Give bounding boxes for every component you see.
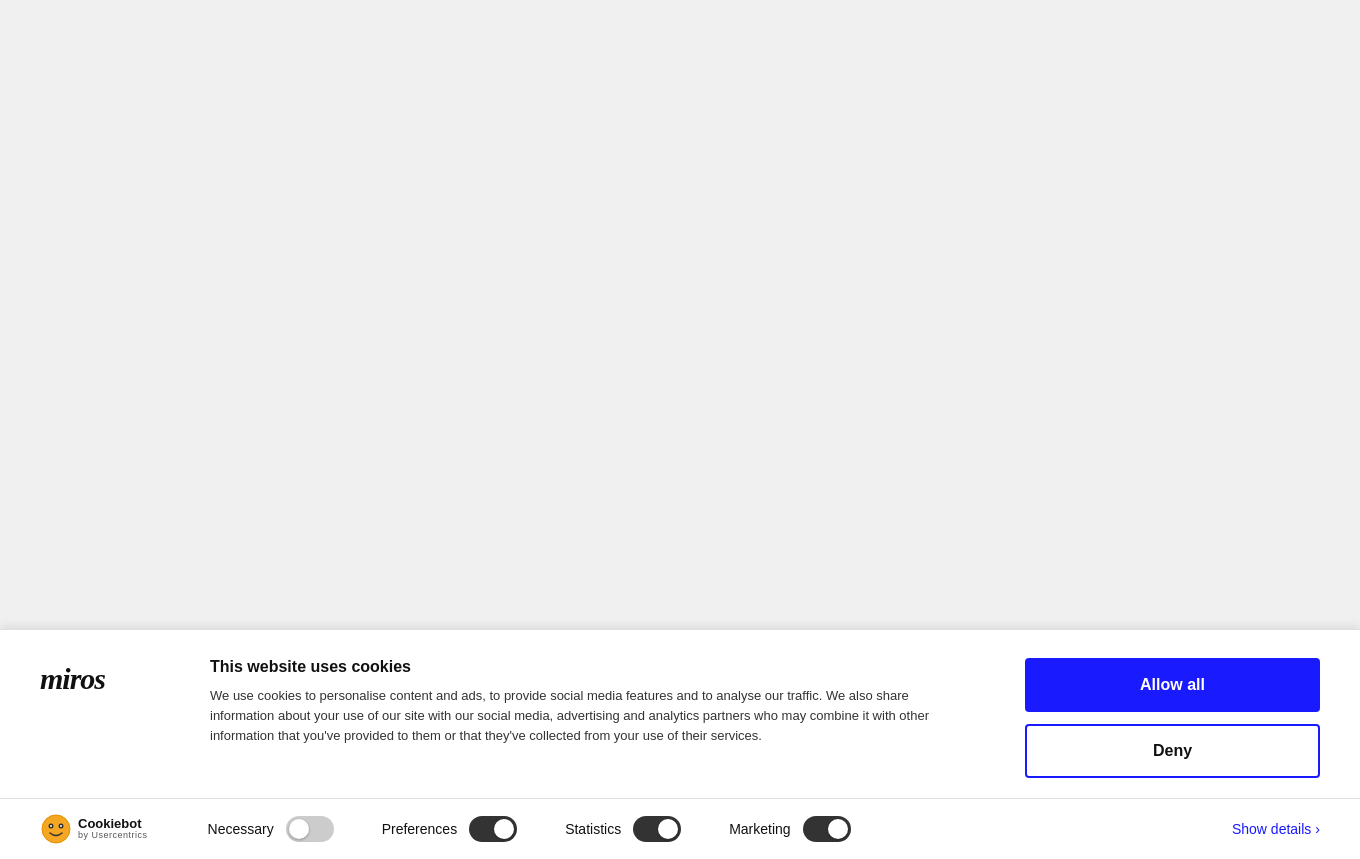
svg-point-0 xyxy=(42,815,70,843)
consent-label-marketing: Marketing xyxy=(729,821,790,837)
consent-item-necessary: Necessary xyxy=(208,816,334,842)
allow-all-button[interactable]: Allow all xyxy=(1025,658,1320,712)
cookie-footer: Cookiebot by Usercentrics Necessary Pref… xyxy=(0,799,1360,859)
consent-label-statistics: Statistics xyxy=(565,821,621,837)
miros-logo: miros xyxy=(40,662,170,696)
cookiebot-name: Cookiebot xyxy=(78,817,148,831)
show-details-arrow-icon: › xyxy=(1315,821,1320,837)
consent-item-statistics: Statistics xyxy=(565,816,681,842)
consent-item-marketing: Marketing xyxy=(729,816,850,842)
svg-point-3 xyxy=(50,825,52,827)
consent-item-preferences: Preferences xyxy=(382,816,517,842)
cookie-title: This website uses cookies xyxy=(210,658,985,676)
cookie-banner: miros This website uses cookies We use c… xyxy=(0,629,1360,859)
show-details-label: Show details xyxy=(1232,821,1311,837)
toggle-statistics-track xyxy=(633,816,681,842)
toggle-marketing-track xyxy=(803,816,851,842)
cookie-banner-main: miros This website uses cookies We use c… xyxy=(0,630,1360,799)
toggle-statistics-thumb xyxy=(658,819,678,839)
cookie-description: We use cookies to personalise content an… xyxy=(210,686,970,746)
toggle-preferences[interactable] xyxy=(469,816,517,842)
toggle-necessary-track xyxy=(286,816,334,842)
toggle-preferences-track xyxy=(469,816,517,842)
toggle-marketing[interactable] xyxy=(803,816,851,842)
cookiebot-icon xyxy=(40,813,72,845)
toggle-preferences-thumb xyxy=(494,819,514,839)
svg-point-4 xyxy=(60,825,62,827)
toggle-statistics[interactable] xyxy=(633,816,681,842)
cookie-content: This website uses cookies We use cookies… xyxy=(210,658,985,746)
consent-label-necessary: Necessary xyxy=(208,821,274,837)
consent-controls: Necessary Preferences xyxy=(208,816,1320,842)
deny-button[interactable]: Deny xyxy=(1025,724,1320,778)
cookiebot-sub: by Usercentrics xyxy=(78,831,148,841)
main-content xyxy=(0,0,1360,600)
consent-label-preferences: Preferences xyxy=(382,821,457,837)
cookiebot-logo: Cookiebot by Usercentrics xyxy=(40,813,148,845)
show-details-link[interactable]: Show details › xyxy=(1232,821,1320,837)
toggle-necessary-thumb xyxy=(289,819,309,839)
toggle-marketing-thumb xyxy=(828,819,848,839)
miros-logo-container: miros xyxy=(40,658,170,696)
cookiebot-text: Cookiebot by Usercentrics xyxy=(78,817,148,841)
cookie-actions: Allow all Deny xyxy=(1025,658,1320,778)
toggle-necessary[interactable] xyxy=(286,816,334,842)
